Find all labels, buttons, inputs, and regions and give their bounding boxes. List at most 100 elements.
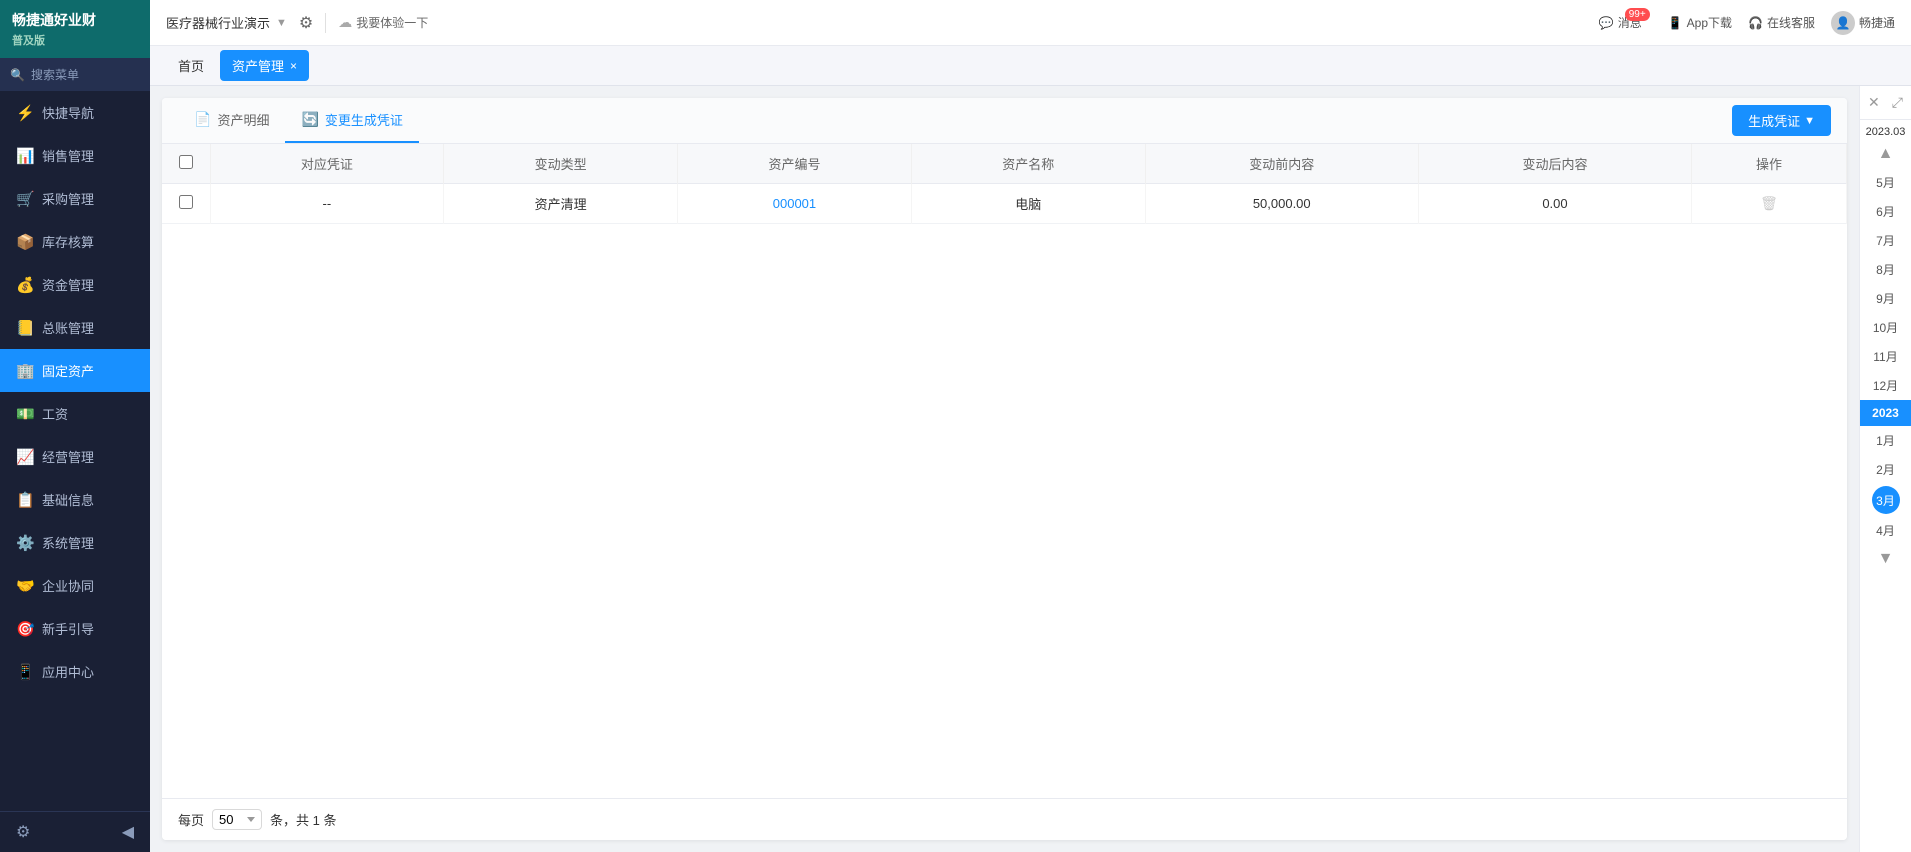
nav-label-operations: 经营管理 — [42, 447, 94, 466]
sidebar-search[interactable]: 🔍 搜索菜单 — [0, 58, 150, 91]
row-select-0[interactable] — [179, 195, 193, 209]
select-all-checkbox[interactable] — [179, 155, 193, 169]
month-item[interactable]: 7月 — [1860, 226, 1911, 255]
month-item[interactable]: 4月 — [1860, 516, 1911, 545]
company-selector[interactable]: 医疗器械行业演示 ▼ — [166, 13, 287, 32]
col-voucher: 对应凭证 — [210, 144, 444, 184]
nav-icon-sales: 📊 — [16, 147, 34, 165]
nav-icon-enterprise: 🤝 — [16, 577, 34, 595]
topbar-right: 💬 消息 99+ 📱 App下载 🎧 在线客服 👤 畅捷通 — [1599, 11, 1895, 35]
search-label: 搜索菜单 — [31, 66, 79, 83]
sidebar-item-guide[interactable]: 🎯新手引导 — [0, 607, 150, 650]
sidebar-logo: 畅捷通好业财 普及版 — [0, 0, 150, 58]
per-page-select[interactable]: 50 10 20 100 — [212, 809, 262, 830]
sidebar-item-basic-info[interactable]: 📋基础信息 — [0, 478, 150, 521]
row-action-0: 🗑 — [1692, 184, 1847, 224]
table-body: -- 资产清理 000001 电脑 50,000.00 0.00 🗑 — [162, 184, 1847, 224]
inner-tabs-right: 生成凭证 ▼ — [1732, 105, 1831, 136]
username: 畅捷通 — [1859, 14, 1895, 31]
user-avatar: 👤 — [1831, 11, 1855, 35]
asset-detail-icon: 📄 — [194, 111, 211, 128]
panel-close-icon[interactable]: ✕ — [1868, 94, 1880, 111]
sidebar-item-funds[interactable]: 💰资金管理 — [0, 263, 150, 306]
sidebar-item-purchase[interactable]: 🛒采购管理 — [0, 177, 150, 220]
nav-icon-quick-nav: ⚡ — [16, 104, 34, 122]
sidebar-item-enterprise[interactable]: 🤝 企业协同 — [0, 564, 150, 607]
experience-button[interactable]: ☁ 我要体验一下 — [338, 14, 428, 31]
month-list: 5月6月7月8月9月10月11月12月20231月2月3月4月 — [1860, 168, 1911, 545]
user-area[interactable]: 👤 畅捷通 — [1831, 11, 1895, 35]
topbar-divider — [325, 13, 326, 33]
collapse-icon[interactable]: ◀ — [122, 822, 134, 842]
nav-icon-app-center: 📱 — [16, 663, 34, 681]
year-2023[interactable]: 2023 — [1860, 400, 1911, 426]
asset-detail-label: 资产明细 — [217, 110, 269, 129]
change-voucher-label: 变更生成凭证 — [325, 110, 403, 129]
company-name: 医疗器械行业演示 — [166, 13, 270, 32]
online-service-button[interactable]: 🎧 在线客服 — [1748, 14, 1815, 31]
sidebar-item-ledger[interactable]: 📒总账管理 — [0, 306, 150, 349]
experience-icon: ☁ — [338, 14, 352, 31]
month-item[interactable]: 2月 — [1860, 455, 1911, 484]
table-container: 对应凭证 变动类型 资产编号 资产名称 变动前内容 变动后内容 操作 -- — [162, 144, 1847, 798]
app-download-button[interactable]: 📱 App下载 — [1668, 14, 1732, 31]
sidebar-item-sales[interactable]: 📊 销售管理 — [0, 134, 150, 177]
nav-label-enterprise: 企业协同 — [42, 576, 94, 595]
generate-voucher-button[interactable]: 生成凭证 ▼ — [1732, 105, 1831, 136]
messages-button[interactable]: 💬 消息 99+ — [1599, 14, 1642, 31]
sidebar-item-operations[interactable]: 📈经营管理 — [0, 435, 150, 478]
panel-expand-icon[interactable]: ⤢ — [1892, 94, 1903, 111]
month-item[interactable]: 5月 — [1860, 168, 1911, 197]
month-item[interactable]: 9月 — [1860, 284, 1911, 313]
col-asset-no: 资产编号 — [678, 144, 912, 184]
sidebar-item-quick-nav[interactable]: ⚡快捷导航 — [0, 91, 150, 134]
month-item[interactable]: 1月 — [1860, 426, 1911, 455]
sidebar-item-fixed-assets[interactable]: 🏢固定资产 — [0, 349, 150, 392]
nav-icon-inventory: 📦 — [16, 233, 34, 251]
col-checkbox — [162, 144, 210, 184]
month-item[interactable]: 6月 — [1860, 197, 1911, 226]
month-item[interactable]: 11月 — [1860, 342, 1911, 371]
sidebar-item-salary[interactable]: 💵工资 — [0, 392, 150, 435]
tab-bar: 首页 资产管理 × — [150, 46, 1911, 86]
nav-label-sales: 销售管理 — [42, 146, 94, 165]
col-change-type: 变动类型 — [444, 144, 678, 184]
tab-asset-detail[interactable]: 📄 资产明细 — [178, 98, 285, 143]
change-voucher-icon: 🔄 — [301, 111, 318, 128]
topbar-settings-icon[interactable]: ⚙ — [299, 13, 313, 33]
down-arrow[interactable]: ▼ — [1872, 545, 1900, 573]
tab-close-icon[interactable]: × — [290, 59, 297, 73]
month-item[interactable]: 10月 — [1860, 313, 1911, 342]
delete-icon-0[interactable]: 🗑 — [1760, 195, 1778, 211]
tab-home[interactable]: 首页 — [166, 50, 216, 81]
logo-sub: 普及版 — [12, 32, 45, 48]
nav-icon-fixed-assets: 🏢 — [16, 362, 34, 380]
sidebar-item-inventory[interactable]: 📦 库存核算 — [0, 220, 150, 263]
up-arrow[interactable]: ▲ — [1872, 140, 1900, 168]
nav-label-salary: 工资 — [42, 404, 68, 423]
nav-label-inventory: 库存核算 — [42, 232, 94, 251]
content-wrapper: 📄 资产明细 🔄 变更生成凭证 生成凭证 ▼ — [150, 86, 1859, 852]
row-asset-no-0: 000001 — [678, 184, 912, 224]
row-asset-name-0: 电脑 — [911, 184, 1145, 224]
main-inner: 📄 资产明细 🔄 变更生成凭证 生成凭证 ▼ — [150, 86, 1911, 852]
per-page-label: 每页 — [178, 810, 204, 829]
experience-label: 我要体验一下 — [356, 14, 428, 31]
settings-icon[interactable]: ⚙ — [16, 822, 30, 842]
tab-asset-management[interactable]: 资产管理 × — [220, 50, 309, 81]
row-after-0: 0.00 — [1418, 184, 1691, 224]
tab-change-voucher[interactable]: 🔄 变更生成凭证 — [285, 98, 418, 143]
month-item[interactable]: 8月 — [1860, 255, 1911, 284]
nav-icon-system: ⚙️ — [16, 534, 34, 552]
sidebar-item-app-center[interactable]: 📱应用中心 — [0, 650, 150, 693]
row-voucher-0: -- — [210, 184, 444, 224]
right-panel-header: ✕ ⤢ — [1860, 86, 1911, 120]
nav-icon-basic-info: 📋 — [16, 491, 34, 509]
nav-label-funds: 资金管理 — [42, 275, 94, 294]
sidebar-bottom: ⚙ ◀ — [0, 811, 150, 852]
month-item[interactable]: 12月 — [1860, 371, 1911, 400]
sidebar-item-system[interactable]: ⚙️系统管理 — [0, 521, 150, 564]
month-item[interactable]: 3月 — [1872, 486, 1900, 514]
data-table: 对应凭证 变动类型 资产编号 资产名称 变动前内容 变动后内容 操作 -- — [162, 144, 1847, 224]
col-after: 变动后内容 — [1418, 144, 1691, 184]
